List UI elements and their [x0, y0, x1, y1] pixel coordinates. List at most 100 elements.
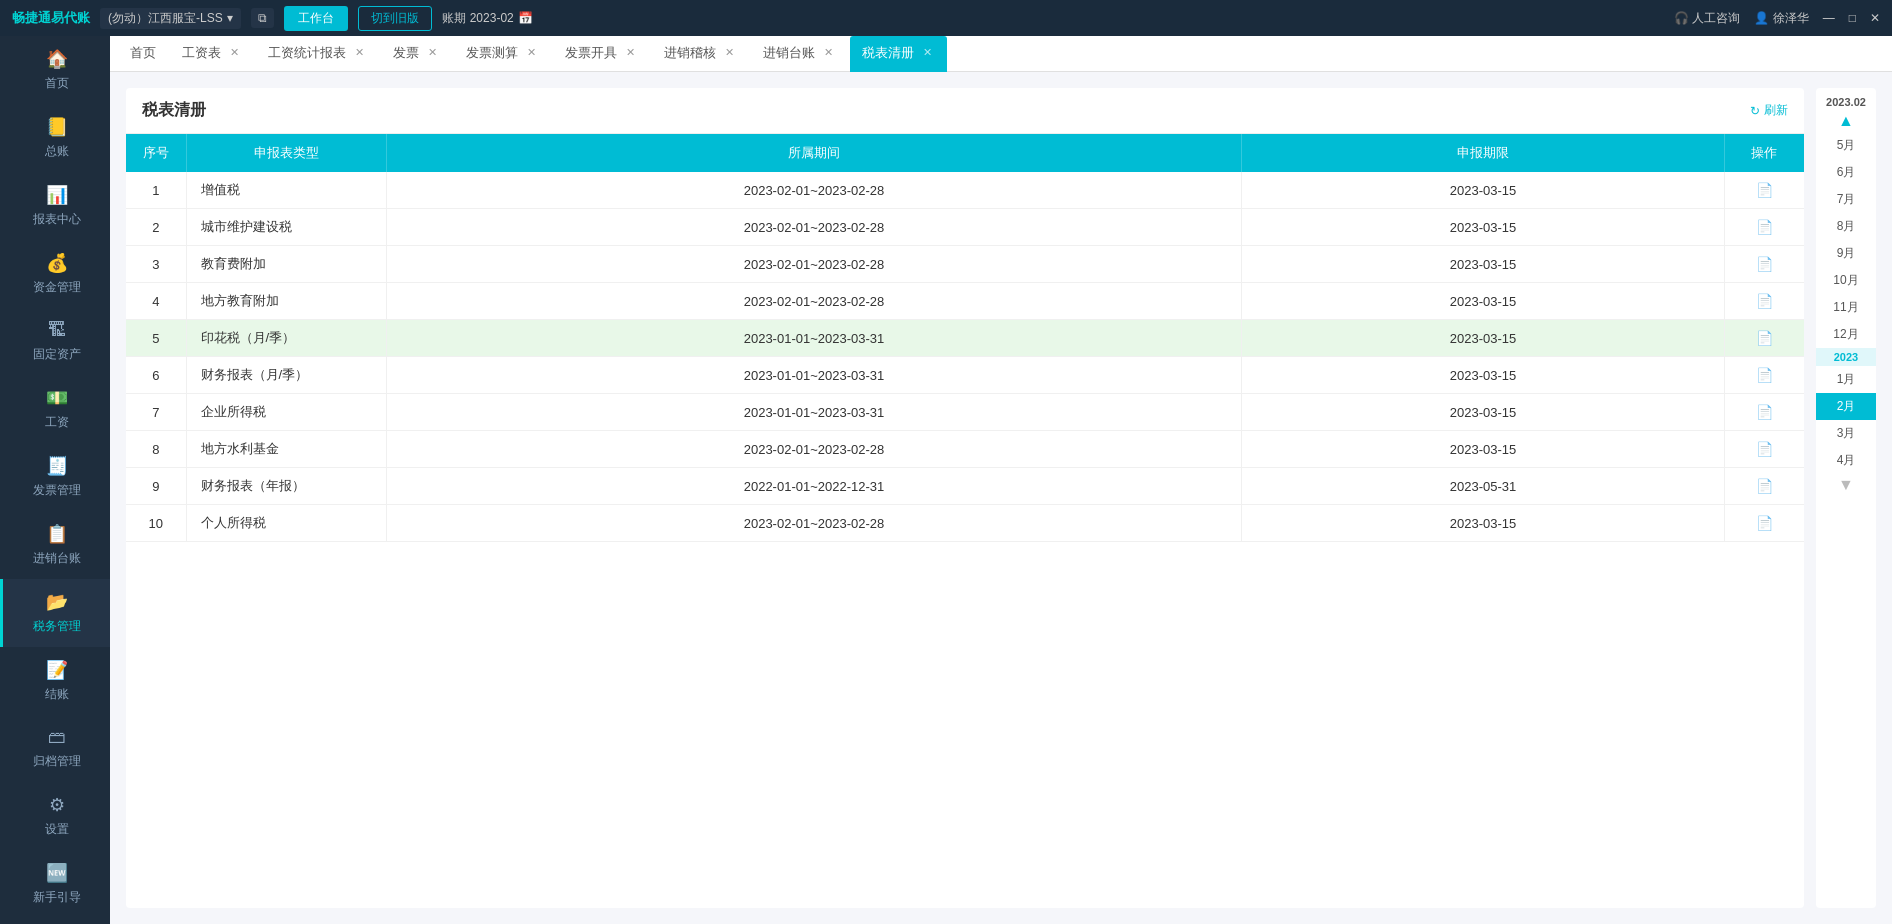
tab-salary-report-close[interactable]: ✕ [352, 45, 367, 60]
sidebar-item-tax[interactable]: 📂 税务管理 [0, 579, 110, 647]
tab-invoice-close[interactable]: ✕ [425, 45, 440, 60]
cal-month-7[interactable]: 7月 [1816, 186, 1876, 213]
cal-month-6[interactable]: 6月 [1816, 159, 1876, 186]
tab-purchase-ledger[interactable]: 进销台账 ✕ [751, 36, 848, 72]
ledger-icon: 📒 [46, 116, 68, 138]
cal-month-11[interactable]: 11月 [1816, 294, 1876, 321]
col-period: 所属期间 [386, 134, 1242, 172]
view-action-icon[interactable]: 📄 [1756, 293, 1773, 309]
view-action-icon[interactable]: 📄 [1756, 256, 1773, 272]
sidebar-item-report[interactable]: 📊 报表中心 [0, 172, 110, 240]
view-action-icon[interactable]: 📄 [1756, 182, 1773, 198]
tab-salary-table-close[interactable]: ✕ [227, 45, 242, 60]
tab-invoice-open-close[interactable]: ✕ [623, 45, 638, 60]
sidebar-item-guide[interactable]: 🆕 新手引导 [0, 850, 110, 918]
tax-icon: 📂 [46, 591, 68, 613]
sidebar-item-salary[interactable]: 💵 工资 [0, 375, 110, 443]
cell-period: 2023-01-01~2023-03-31 [386, 357, 1242, 394]
tab-invoice-calc-close[interactable]: ✕ [524, 45, 539, 60]
switch-old-button[interactable]: 切到旧版 [358, 6, 432, 31]
tax-table: 序号 申报表类型 所属期间 申报期限 操作 1 增值税 2023-02-01~2… [126, 134, 1804, 542]
tab-purchase-ledger-label: 进销台账 [763, 44, 815, 62]
view-action-icon[interactable]: 📄 [1756, 441, 1773, 457]
calendar-year-label: 2023.02 [1826, 92, 1866, 110]
sidebar-label-settings: 设置 [45, 821, 69, 838]
sidebar-item-invoice[interactable]: 🧾 发票管理 [0, 443, 110, 511]
window-minimize-icon[interactable]: — [1823, 11, 1835, 25]
cal-month-12[interactable]: 12月 [1816, 321, 1876, 348]
cell-action: 📄 [1724, 431, 1804, 468]
view-action-icon[interactable]: 📄 [1756, 219, 1773, 235]
cell-type: 城市维护建设税 [186, 209, 386, 246]
cell-deadline: 2023-05-31 [1242, 468, 1724, 505]
tab-salary-report-label: 工资统计报表 [268, 44, 346, 62]
content-area: 首页 工资表 ✕ 工资统计报表 ✕ 发票 ✕ 发票测算 ✕ 发票开具 ✕ [110, 36, 1892, 924]
sidebar-label-invoice: 发票管理 [33, 482, 81, 499]
tab-purchase-verify-close[interactable]: ✕ [722, 45, 737, 60]
sidebar-item-home[interactable]: 🏠 首页 [0, 36, 110, 104]
cal-month-2-active[interactable]: 2月 [1816, 393, 1876, 420]
cal-month-8[interactable]: 8月 [1816, 213, 1876, 240]
sidebar-item-fund[interactable]: 💰 资金管理 [0, 240, 110, 308]
cell-deadline: 2023-03-15 [1242, 505, 1724, 542]
support-link[interactable]: 🎧 人工咨询 [1674, 10, 1740, 27]
sidebar-item-member[interactable]: 👑 畅会员 [0, 918, 110, 924]
tab-tax-list[interactable]: 税表清册 ✕ [850, 36, 947, 72]
cal-month-9[interactable]: 9月 [1816, 240, 1876, 267]
top-bar: 畅捷通易代账 (勿动）江西服宝-LSS ▾ ⧉ 工作台 切到旧版 账期 2023… [0, 0, 1892, 36]
cell-action: 📄 [1724, 468, 1804, 505]
cell-action: 📄 [1724, 283, 1804, 320]
window-close-icon[interactable]: ✕ [1870, 11, 1880, 25]
sidebar-item-settings[interactable]: ⚙ 设置 [0, 782, 110, 850]
cal-month-5[interactable]: 5月 [1816, 132, 1876, 159]
sidebar-item-reconcile[interactable]: 📋 进销台账 [0, 511, 110, 579]
cal-month-3[interactable]: 3月 [1816, 420, 1876, 447]
tab-salary-report[interactable]: 工资统计报表 ✕ [256, 36, 379, 72]
view-action-icon[interactable]: 📄 [1756, 404, 1773, 420]
cell-type: 增值税 [186, 172, 386, 209]
cal-month-10[interactable]: 10月 [1816, 267, 1876, 294]
cell-no: 7 [126, 394, 186, 431]
refresh-button[interactable]: ↻ 刷新 [1750, 102, 1788, 119]
cal-month-4[interactable]: 4月 [1816, 447, 1876, 474]
table-row: 8 地方水利基金 2023-02-01~2023-02-28 2023-03-1… [126, 431, 1804, 468]
user-menu[interactable]: 👤 徐泽华 [1754, 10, 1808, 27]
view-action-icon[interactable]: 📄 [1756, 478, 1773, 494]
copy-icon-btn[interactable]: ⧉ [251, 8, 274, 28]
cal-month-1[interactable]: 1月 [1816, 366, 1876, 393]
view-action-icon[interactable]: 📄 [1756, 515, 1773, 531]
col-no: 序号 [126, 134, 186, 172]
cell-period: 2023-01-01~2023-03-31 [386, 320, 1242, 357]
sidebar-item-settle[interactable]: 📝 结账 [0, 647, 110, 715]
tab-invoice-calc[interactable]: 发票测算 ✕ [454, 36, 551, 72]
tab-invoice[interactable]: 发票 ✕ [381, 36, 452, 72]
tab-invoice-open[interactable]: 发票开具 ✕ [553, 36, 650, 72]
tab-invoice-label: 发票 [393, 44, 419, 62]
company-selector[interactable]: (勿动）江西服宝-LSS ▾ [100, 8, 241, 29]
cell-no: 3 [126, 246, 186, 283]
tab-home[interactable]: 首页 [118, 36, 168, 72]
tab-salary-table[interactable]: 工资表 ✕ [170, 36, 254, 72]
cell-period: 2023-01-01~2023-03-31 [386, 394, 1242, 431]
window-maximize-icon[interactable]: □ [1849, 11, 1856, 25]
tab-invoice-calc-label: 发票测算 [466, 44, 518, 62]
cell-no: 6 [126, 357, 186, 394]
workbench-button[interactable]: 工作台 [284, 6, 348, 31]
sidebar-item-ledger[interactable]: 📒 总账 [0, 104, 110, 172]
calendar-down-btn[interactable]: ▼ [1836, 474, 1856, 496]
view-action-icon[interactable]: 📄 [1756, 330, 1773, 346]
sidebar-item-archive[interactable]: 🗃 归档管理 [0, 715, 110, 782]
table-row: 7 企业所得税 2023-01-01~2023-03-31 2023-03-15… [126, 394, 1804, 431]
calendar-up-btn[interactable]: ▲ [1836, 110, 1856, 132]
tab-tax-list-close[interactable]: ✕ [920, 45, 935, 60]
tab-purchase-ledger-close[interactable]: ✕ [821, 45, 836, 60]
cell-period: 2023-02-01~2023-02-28 [386, 505, 1242, 542]
sidebar: 🏠 首页 📒 总账 📊 报表中心 💰 资金管理 🏗 固定资产 💵 工资 🧾 发票… [0, 36, 110, 924]
tab-purchase-verify[interactable]: 进销稽核 ✕ [652, 36, 749, 72]
sidebar-item-asset[interactable]: 🏗 固定资产 [0, 308, 110, 375]
view-action-icon[interactable]: 📄 [1756, 367, 1773, 383]
chevron-down-icon: ▾ [227, 11, 233, 25]
sidebar-label-reconcile: 进销台账 [33, 550, 81, 567]
calendar-icon[interactable]: 📅 [518, 11, 533, 25]
table-header-row: 序号 申报表类型 所属期间 申报期限 操作 [126, 134, 1804, 172]
